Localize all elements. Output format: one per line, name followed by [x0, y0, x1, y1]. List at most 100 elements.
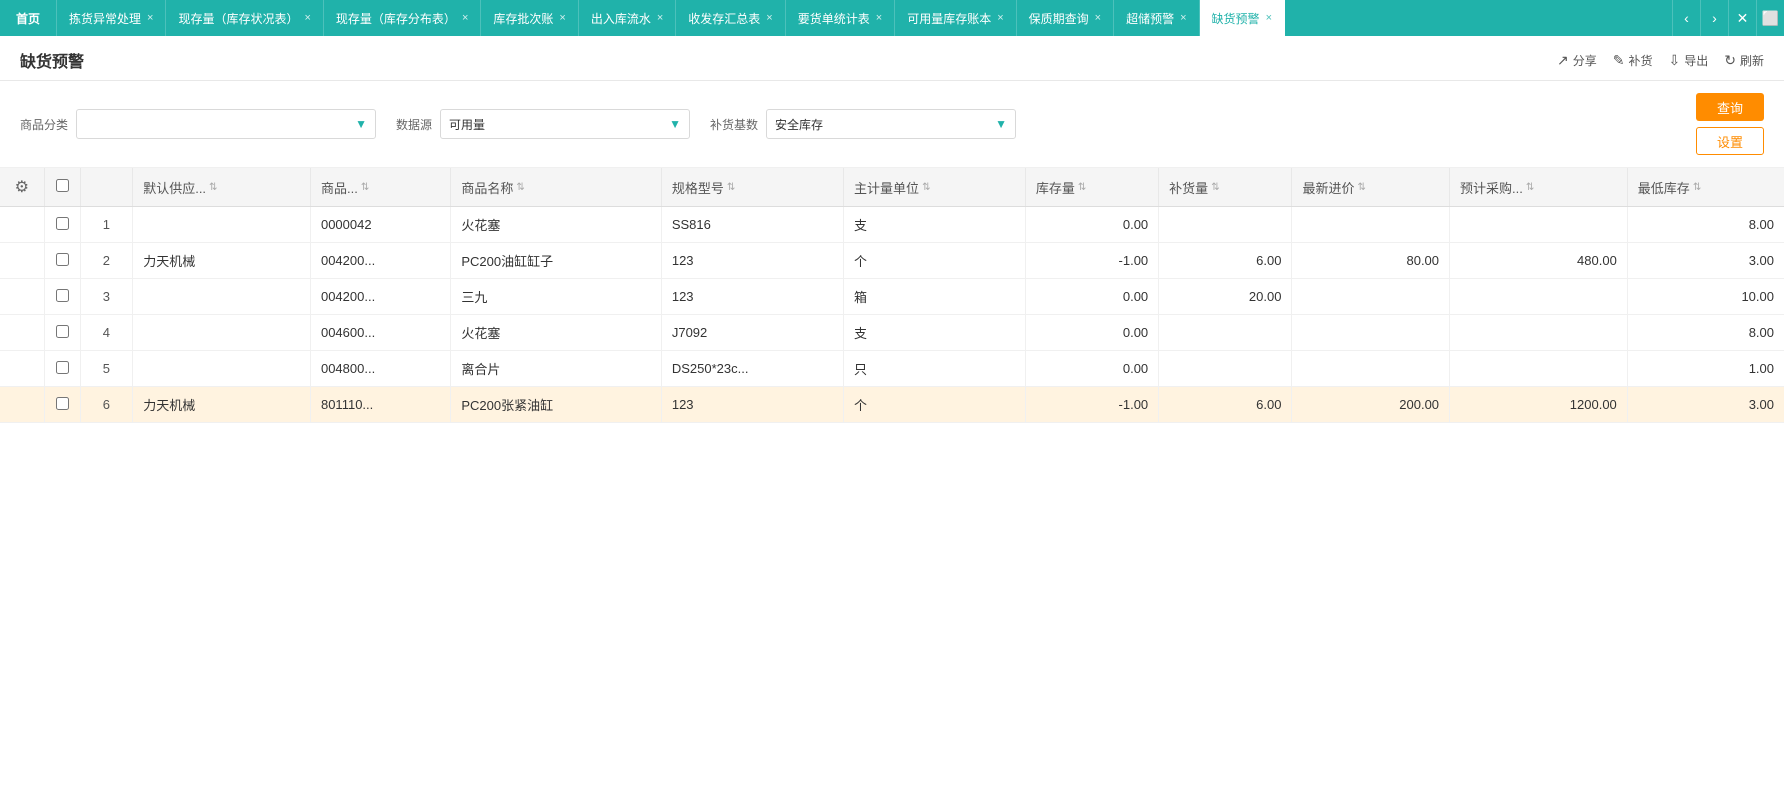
row-checkbox-1[interactable] — [56, 253, 69, 266]
td-checkbox-0[interactable] — [44, 207, 80, 243]
td-product-name-4: 离合片 — [451, 351, 661, 387]
datasource-select[interactable]: 可用量 ▼ — [440, 109, 690, 139]
th-min-stock[interactable]: 最低库存 ⇅ — [1627, 168, 1784, 207]
tab-7[interactable]: 要货单统计表 × — [786, 0, 895, 36]
table-row: 2 力天机械 004200... PC200油缸缸子 123 个 -1.00 6… — [0, 243, 1784, 279]
category-filter-group: 商品分类 ▼ — [20, 109, 376, 139]
share-icon: ↗ — [1557, 52, 1569, 69]
datasource-value: 可用量 — [449, 116, 485, 133]
row-checkbox-3[interactable] — [56, 325, 69, 338]
share-button[interactable]: ↗ 分享 — [1557, 52, 1597, 69]
th-settings[interactable]: ⚙ — [0, 168, 44, 207]
export-button[interactable]: ⇩ 导出 — [1669, 52, 1709, 69]
td-supplier-3 — [133, 315, 311, 351]
td-checkbox-3[interactable] — [44, 315, 80, 351]
tab-home[interactable]: 首页 — [0, 0, 57, 36]
th-est-purchase[interactable]: 预计采购... ⇅ — [1450, 168, 1628, 207]
tab-close-6[interactable]: × — [766, 12, 772, 24]
th-stock[interactable]: 库存量 ⇅ — [1025, 168, 1158, 207]
tab-4[interactable]: 库存批次账 × — [481, 0, 578, 36]
query-button[interactable]: 查询 — [1696, 93, 1764, 121]
tab-close-1[interactable]: × — [147, 12, 153, 24]
td-checkbox-1[interactable] — [44, 243, 80, 279]
tab-close-11[interactable]: × — [1266, 12, 1272, 24]
gear-icon[interactable]: ⚙ — [15, 179, 29, 196]
tab-maximize-btn[interactable]: ⬜ — [1756, 0, 1784, 36]
table-row: 3 004200... 三九 123 箱 0.00 20.00 10.00 — [0, 279, 1784, 315]
th-spec[interactable]: 规格型号 ⇅ — [661, 168, 843, 207]
th-unit[interactable]: 主计量单位 ⇅ — [844, 168, 1026, 207]
export-icon: ⇩ — [1669, 52, 1681, 69]
th-product-name[interactable]: 商品名称 ⇅ — [451, 168, 661, 207]
td-product-name-1: PC200油缸缸子 — [451, 243, 661, 279]
th-latest-price[interactable]: 最新进价 ⇅ — [1292, 168, 1450, 207]
tab-close-all-btn[interactable]: ✕ — [1728, 0, 1756, 36]
th-checkbox[interactable] — [44, 168, 80, 207]
page-content: 缺货预警 ↗ 分享 ✎ 补货 ⇩ 导出 ↻ 刷新 商品分类 — [0, 36, 1784, 796]
sort-product-code-icon: ⇅ — [361, 182, 369, 193]
tab-prev-btn[interactable]: ‹ — [1672, 0, 1700, 36]
td-settings-1 — [0, 243, 44, 279]
td-settings-4 — [0, 351, 44, 387]
tab-10[interactable]: 超储预警 × — [1114, 0, 1199, 36]
tab-8[interactable]: 可用量库存账本 × — [895, 0, 1016, 36]
sort-spec-icon: ⇅ — [727, 182, 735, 193]
row-checkbox-5[interactable] — [56, 397, 69, 410]
tab-close-9[interactable]: × — [1095, 12, 1101, 24]
tab-2[interactable]: 现存量（库存状况表） × — [166, 0, 323, 36]
tab-close-2[interactable]: × — [304, 12, 310, 24]
th-product-code[interactable]: 商品... ⇅ — [310, 168, 450, 207]
tab-close-7[interactable]: × — [876, 12, 882, 24]
tab-11-active[interactable]: 缺货预警 × — [1200, 0, 1285, 36]
row-checkbox-4[interactable] — [56, 361, 69, 374]
tab-next-btn[interactable]: › — [1700, 0, 1728, 36]
td-checkbox-2[interactable] — [44, 279, 80, 315]
td-checkbox-5[interactable] — [44, 387, 80, 423]
td-settings-0 — [0, 207, 44, 243]
category-select[interactable]: ▼ — [76, 109, 376, 139]
td-spec-4: DS250*23c... — [661, 351, 843, 387]
select-all-checkbox[interactable] — [56, 179, 69, 192]
category-arrow-icon: ▼ — [355, 117, 367, 131]
td-unit-4: 只 — [844, 351, 1026, 387]
replenish-icon: ✎ — [1613, 52, 1625, 69]
tab-bar: 首页 拣货异常处理 × 现存量（库存状况表） × 现存量（库存分布表） × 库存… — [0, 0, 1784, 36]
td-supplier-1: 力天机械 — [133, 243, 311, 279]
td-replenish-qty-1: 6.00 — [1159, 243, 1292, 279]
td-latest-price-4 — [1292, 351, 1450, 387]
table-row: 4 004600... 火花塞 J7092 支 0.00 8.00 — [0, 315, 1784, 351]
replenish-label: 补货基数 — [710, 116, 758, 133]
tab-9[interactable]: 保质期查询 × — [1017, 0, 1114, 36]
table-row: 5 004800... 离合片 DS250*23c... 只 0.00 1.00 — [0, 351, 1784, 387]
replenish-button[interactable]: ✎ 补货 — [1613, 52, 1653, 69]
filter-bar: 商品分类 ▼ 数据源 可用量 ▼ 补货基数 安全库存 ▼ 查询 设置 — [0, 81, 1784, 168]
tab-close-3[interactable]: × — [462, 12, 468, 24]
td-product-code-0: 0000042 — [310, 207, 450, 243]
td-checkbox-4[interactable] — [44, 351, 80, 387]
tab-6[interactable]: 收发存汇总表 × — [676, 0, 785, 36]
tab-3[interactable]: 现存量（库存分布表） × — [324, 0, 481, 36]
row-checkbox-2[interactable] — [56, 289, 69, 302]
tab-close-5[interactable]: × — [657, 12, 663, 24]
tab-close-4[interactable]: × — [559, 12, 565, 24]
row-checkbox-0[interactable] — [56, 217, 69, 230]
td-replenish-qty-3 — [1159, 315, 1292, 351]
sort-replenish-qty-icon: ⇅ — [1211, 182, 1219, 193]
tab-1[interactable]: 拣货异常处理 × — [57, 0, 166, 36]
refresh-button[interactable]: ↻ 刷新 — [1724, 52, 1764, 69]
tab-5[interactable]: 出入库流水 × — [579, 0, 676, 36]
td-spec-5: 123 — [661, 387, 843, 423]
td-row-num-3: 4 — [80, 315, 133, 351]
data-table: ⚙ 默认供应... ⇅ 商品... — [0, 168, 1784, 423]
th-supplier[interactable]: 默认供应... ⇅ — [133, 168, 311, 207]
td-settings-3 — [0, 315, 44, 351]
td-est-purchase-2 — [1450, 279, 1628, 315]
th-replenish-qty[interactable]: 补货量 ⇅ — [1159, 168, 1292, 207]
tab-close-10[interactable]: × — [1180, 12, 1186, 24]
td-product-code-1: 004200... — [310, 243, 450, 279]
settings-button[interactable]: 设置 — [1696, 127, 1764, 155]
replenish-select[interactable]: 安全库存 ▼ — [766, 109, 1016, 139]
td-spec-0: SS816 — [661, 207, 843, 243]
tab-close-8[interactable]: × — [997, 12, 1003, 24]
td-stock-1: -1.00 — [1025, 243, 1158, 279]
